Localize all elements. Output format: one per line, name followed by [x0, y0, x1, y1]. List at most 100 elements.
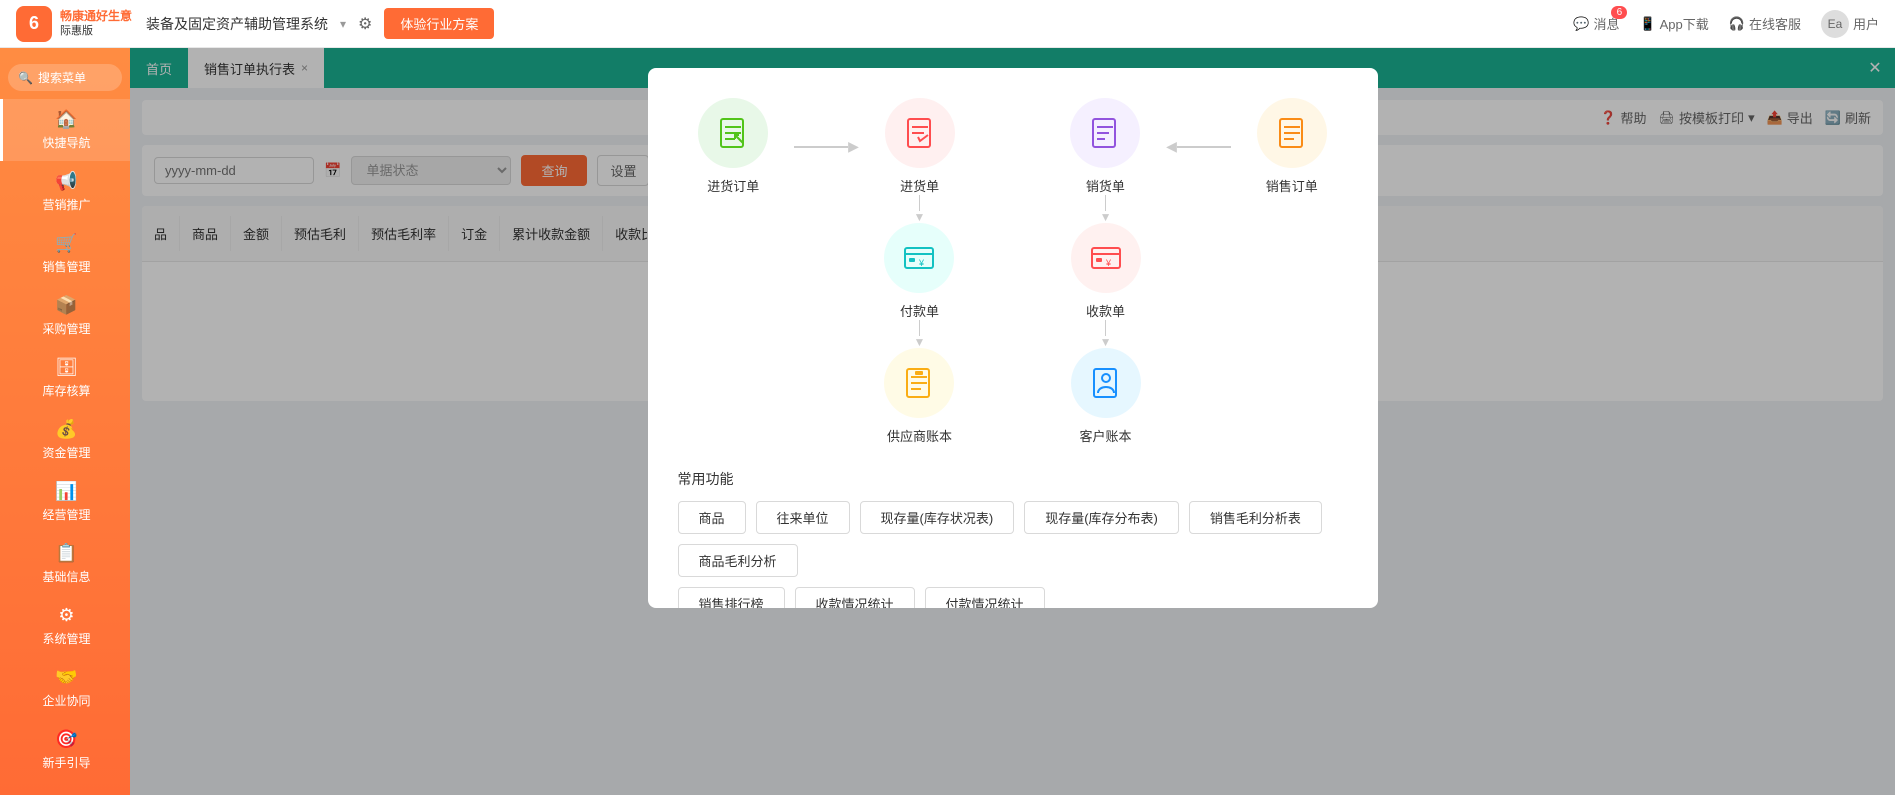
avatar: Ea — [1821, 10, 1849, 38]
sidebar-item-sales[interactable]: 🛒 销售管理 — [0, 223, 130, 285]
logo-text: 畅康通好生意 际惠版 — [60, 9, 132, 39]
purchase-icon: 📦 — [55, 295, 77, 316]
modal-overlay: 进货订单 ▶ — [130, 48, 1895, 795]
logo-line2: 际惠版 — [60, 24, 132, 38]
sales-circle — [1070, 98, 1140, 168]
svg-text:¥: ¥ — [1105, 258, 1112, 268]
flow-node-sales[interactable]: 销货单 — [1050, 98, 1161, 195]
payment-in-circle: ¥ — [1071, 223, 1141, 293]
logo-icon: 6 — [16, 6, 52, 42]
customer-account-icon — [1088, 365, 1124, 401]
app-download-button[interactable]: 📱 App下载 — [1639, 14, 1708, 33]
sales-order-label: 销售订单 — [1266, 176, 1318, 195]
sidebar-item-basic-info[interactable]: 📋 基础信息 — [0, 533, 130, 595]
svg-text:¥: ¥ — [918, 258, 925, 268]
payment-in-icon: ¥ — [1088, 240, 1124, 276]
func-btn-收款情况统计[interactable]: 收款情况统计 — [795, 587, 915, 608]
logo-line1: 畅康通好生意 — [60, 9, 132, 25]
purchase-order-icon — [715, 115, 751, 151]
home-icon: 🏠 — [55, 109, 77, 130]
search-menu-button[interactable]: 🔍 搜索菜单 — [8, 64, 122, 91]
inventory-icon: 🗄 — [55, 357, 78, 378]
sales-icon: 🛒 — [55, 233, 77, 254]
sales-icon — [1087, 115, 1123, 151]
flow-node-payment-out[interactable]: ¥ 付款单 — [864, 223, 976, 320]
flow-node-payment-in[interactable]: ¥ 收款单 — [1050, 223, 1162, 320]
phone-icon: 📱 — [1639, 16, 1655, 32]
dropdown-arrow-icon[interactable]: ▾ — [340, 17, 346, 31]
sidebar: 🔍 搜索菜单 🏠 快捷导航 📢 营销推广 🛒 销售管理 📦 采购管理 🗄 库存核… — [0, 48, 130, 795]
flow-diagram: 进货订单 ▶ — [678, 98, 1348, 445]
common-functions-title: 常用功能 — [678, 469, 1348, 489]
v-arrow-payment-in: ▼ — [1050, 320, 1162, 348]
payment-out-icon: ¥ — [901, 240, 937, 276]
trial-button[interactable]: 体验行业方案 — [384, 8, 494, 39]
flow-row-2: ¥ 付款单 ¥ 收款单 — [678, 223, 1348, 320]
supplier-account-circle — [884, 348, 954, 418]
func-btn-销售排行榜[interactable]: 销售排行榜 — [678, 587, 785, 608]
system-title: 装备及固定资产辅助管理系统 — [146, 14, 328, 34]
sidebar-item-inventory[interactable]: 🗄 库存核算 — [0, 347, 130, 409]
supplier-account-icon — [901, 365, 937, 401]
payment-in-label: 收款单 — [1086, 301, 1125, 320]
purchase-label: 进货单 — [900, 176, 939, 195]
headset-icon: 🎧 — [1729, 16, 1745, 32]
func-btn-现存量(库存分布表)[interactable]: 现存量(库存分布表) — [1024, 501, 1179, 534]
flow-node-purchase-order[interactable]: 进货订单 — [678, 98, 789, 195]
func-btn-销售毛利分析表[interactable]: 销售毛利分析表 — [1189, 501, 1322, 534]
sidebar-item-system[interactable]: ⚙ 系统管理 — [0, 595, 130, 657]
purchase-order-label: 进货订单 — [707, 176, 759, 195]
func-btn-付款情况统计[interactable]: 付款情况统计 — [925, 587, 1045, 608]
arrow-left-icon: ◀ — [1166, 138, 1177, 155]
basic-info-icon: 📋 — [55, 543, 77, 564]
operation-icon: 📊 — [55, 481, 77, 502]
func-btn-商品[interactable]: 商品 — [678, 501, 746, 534]
v-arrow-payment-out: ▼ — [864, 320, 976, 348]
flow-node-supplier-account[interactable]: 供应商账本 — [864, 348, 976, 445]
sidebar-item-purchase[interactable]: 📦 采购管理 — [0, 285, 130, 347]
user-menu[interactable]: Ea 用户 — [1821, 10, 1879, 38]
flow-arrows-v2: ▼ ▼ — [678, 320, 1348, 348]
supplier-account-label: 供应商账本 — [887, 426, 952, 445]
header-middle: 装备及固定资产辅助管理系统 ▾ ⚙ 体验行业方案 — [146, 8, 1573, 39]
flow-node-customer-account[interactable]: 客户账本 — [1050, 348, 1162, 445]
search-icon: 🔍 — [18, 71, 33, 85]
payment-out-label: 付款单 — [900, 301, 939, 320]
common-functions: 常用功能 商品往来单位现存量(库存状况表)现存量(库存分布表)销售毛利分析表商品… — [678, 469, 1348, 608]
flow-node-purchase[interactable]: 进货单 — [864, 98, 975, 195]
customer-account-label: 客户账本 — [1080, 426, 1132, 445]
marketing-icon: 📢 — [55, 171, 77, 192]
sidebar-item-enterprise[interactable]: 🤝 企业协同 — [0, 657, 130, 719]
payment-out-circle: ¥ — [884, 223, 954, 293]
v-arrow-purchase: ▼ — [864, 195, 976, 223]
func-btn-商品毛利分析[interactable]: 商品毛利分析 — [678, 544, 798, 577]
system-icon: ⚙ — [58, 605, 74, 626]
sales-order-circle — [1257, 98, 1327, 168]
settings-icon[interactable]: ⚙ — [358, 14, 372, 34]
func-btn-往来单位[interactable]: 往来单位 — [756, 501, 850, 534]
header-right: 💬 消息 6 📱 App下载 🎧 在线客服 Ea 用户 — [1573, 10, 1879, 38]
top-header: 6 畅康通好生意 际惠版 装备及固定资产辅助管理系统 ▾ ⚙ 体验行业方案 💬 … — [0, 0, 1895, 48]
sidebar-item-operation[interactable]: 📊 经营管理 — [0, 471, 130, 533]
quick-guide-modal: 进货订单 ▶ — [648, 68, 1378, 608]
message-button[interactable]: 💬 消息 6 — [1573, 14, 1619, 33]
sidebar-item-marketing[interactable]: 📢 营销推广 — [0, 161, 130, 223]
message-icon: 💬 — [1573, 16, 1589, 32]
purchase-order-circle — [698, 98, 768, 168]
message-badge: 6 — [1611, 6, 1627, 19]
func-btn-现存量(库存状况表)[interactable]: 现存量(库存状况表) — [860, 501, 1015, 534]
logo-area: 6 畅康通好生意 际惠版 — [16, 6, 146, 42]
flow-node-sales-order[interactable]: 销售订单 — [1236, 98, 1347, 195]
flow-row-3: 供应商账本 客户账本 — [678, 348, 1348, 445]
sidebar-item-quick-guide[interactable]: 🏠 快捷导航 — [0, 99, 130, 161]
online-service-button[interactable]: 🎧 在线客服 — [1729, 14, 1801, 33]
arrow-h-2: ◀ — [1161, 138, 1236, 155]
sales-label: 销货单 — [1086, 176, 1125, 195]
purchase-circle — [885, 98, 955, 168]
sales-order-icon — [1274, 115, 1310, 151]
sidebar-item-newbie[interactable]: 🎯 新手引导 — [0, 719, 130, 781]
v-arrow-sales: ▼ — [1050, 195, 1162, 223]
func-btns-row1: 商品往来单位现存量(库存状况表) 现存量(库存分布表) 销售毛利分析表商品毛利分析 — [678, 501, 1348, 577]
arrow-right-icon: ▶ — [848, 138, 859, 155]
sidebar-item-finance[interactable]: 💰 资金管理 — [0, 409, 130, 471]
